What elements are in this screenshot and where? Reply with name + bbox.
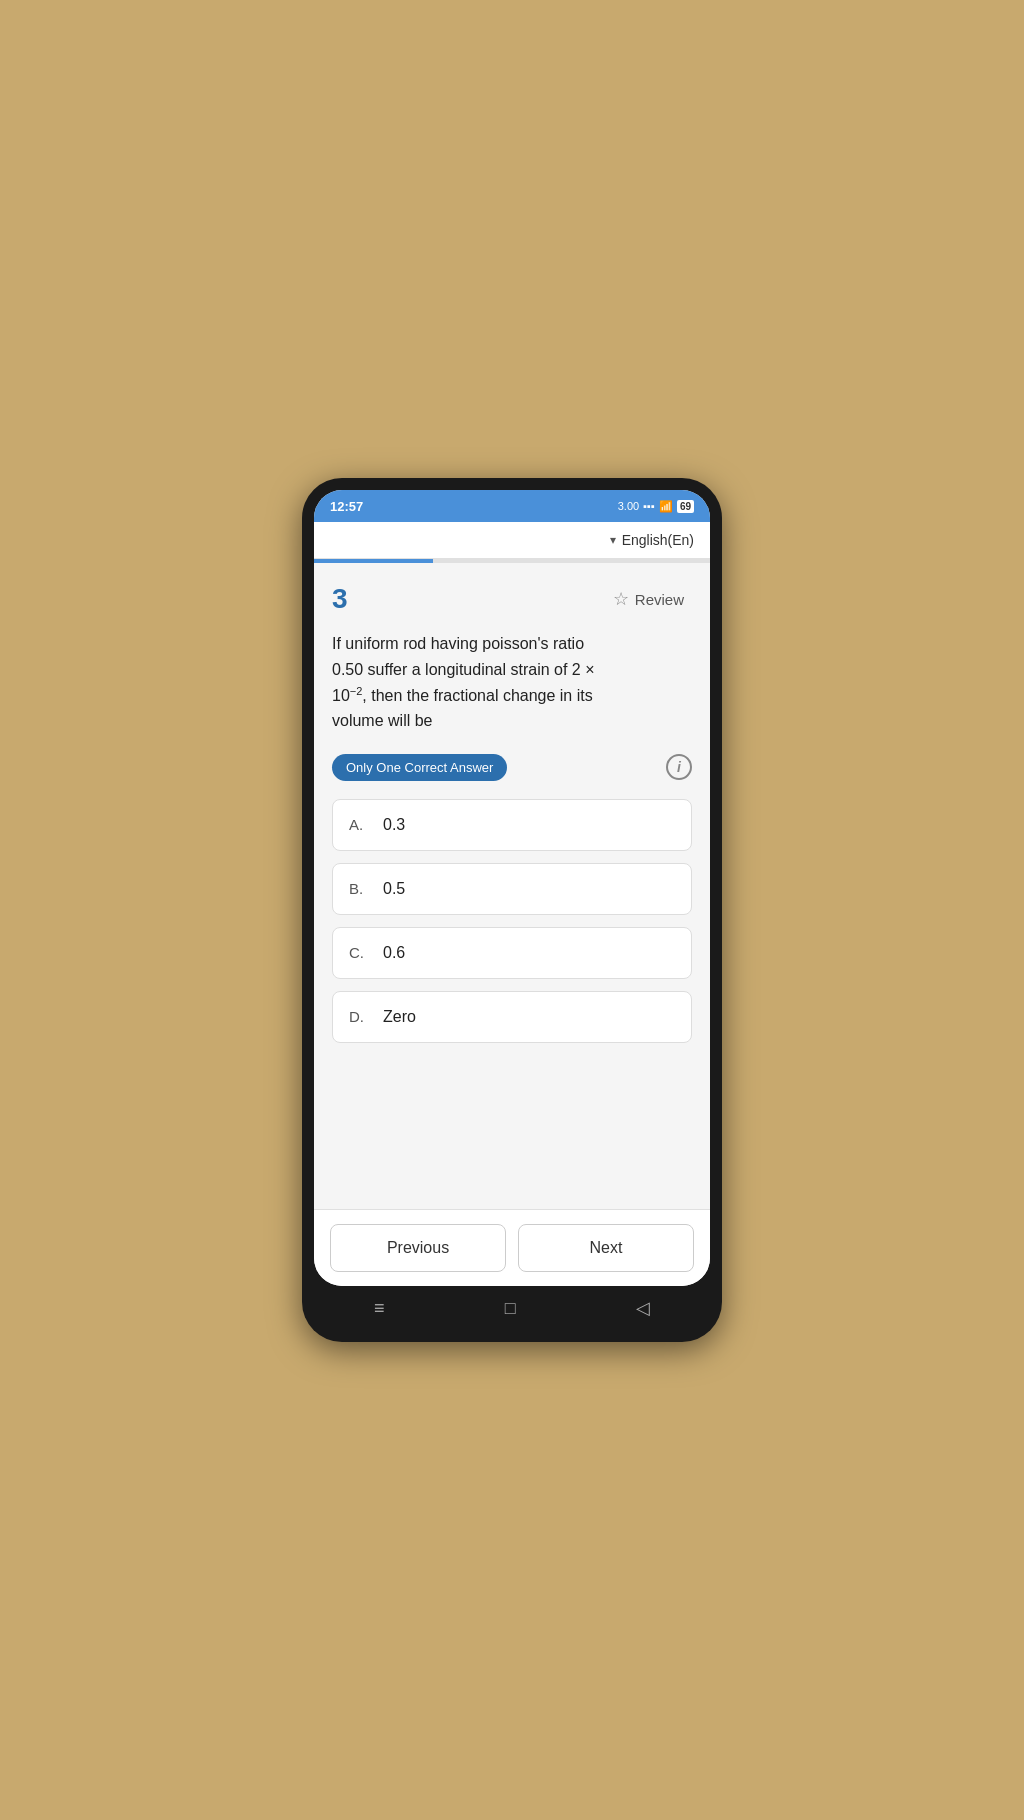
phone-screen: 12:57 3.00 ▪▪▪ 📶 69 ▾ English(En) 3 [314,490,710,1286]
option-a-text: 0.3 [383,816,405,834]
options-list: A. 0.3 B. 0.5 C. 0.6 D. Zero [332,799,692,1043]
question-line2: 0.50 suffer a longitudinal strain of 2 × [332,661,595,678]
question-line1: If uniform rod having poisson's ratio [332,635,584,652]
option-c[interactable]: C. 0.6 [332,927,692,979]
phone-frame: 12:57 3.00 ▪▪▪ 📶 69 ▾ English(En) 3 [302,478,722,1342]
answer-type-row: Only One Correct Answer i [332,754,692,781]
nav-buttons: Previous Next [314,1209,710,1286]
previous-button[interactable]: Previous [330,1224,506,1272]
review-button[interactable]: ☆ Review [605,584,692,614]
content-area: 3 ☆ Review If uniform rod having poisson… [314,563,710,1209]
top-bar: ▾ English(En) [314,522,710,559]
option-a-label: A. [349,816,369,833]
phone-nav-bar: ≡ □ ◁ [314,1286,710,1330]
question-header: 3 ☆ Review [332,583,692,615]
star-icon: ☆ [613,588,629,610]
status-bar: 12:57 3.00 ▪▪▪ 📶 69 [314,490,710,522]
option-d-label: D. [349,1008,369,1025]
recents-icon[interactable]: ≡ [374,1298,385,1319]
status-icons: 3.00 ▪▪▪ 📶 69 [618,500,694,513]
chevron-down-icon: ▾ [610,533,616,547]
language-label: English(En) [622,532,694,548]
option-c-label: C. [349,944,369,961]
option-b[interactable]: B. 0.5 [332,863,692,915]
info-icon[interactable]: i [666,754,692,780]
back-icon[interactable]: ◁ [636,1297,650,1319]
info-label: i [677,759,681,775]
question-text: If uniform rod having poisson's ratio 0.… [332,631,692,734]
signal-icon: ▪▪▪ [643,500,655,512]
option-d[interactable]: D. Zero [332,991,692,1043]
option-c-text: 0.6 [383,944,405,962]
battery-indicator: 69 [677,500,694,513]
home-icon[interactable]: □ [505,1298,516,1319]
question-line4: , then the fractional change in its [362,687,592,704]
option-d-text: Zero [383,1008,416,1026]
question-line5: volume will be [332,712,432,729]
data-speed-text: 3.00 [618,500,639,512]
superscript: −2 [350,684,363,696]
option-a[interactable]: A. 0.3 [332,799,692,851]
status-time: 12:57 [330,499,363,514]
option-b-label: B. [349,880,369,897]
answer-type-badge: Only One Correct Answer [332,754,507,781]
option-b-text: 0.5 [383,880,405,898]
question-line3: 10−2, then the fractional change in its [332,687,593,704]
review-label: Review [635,591,684,608]
question-number: 3 [332,583,348,615]
next-button[interactable]: Next [518,1224,694,1272]
language-selector[interactable]: ▾ English(En) [610,532,694,548]
wifi-icon: 📶 [659,500,673,513]
